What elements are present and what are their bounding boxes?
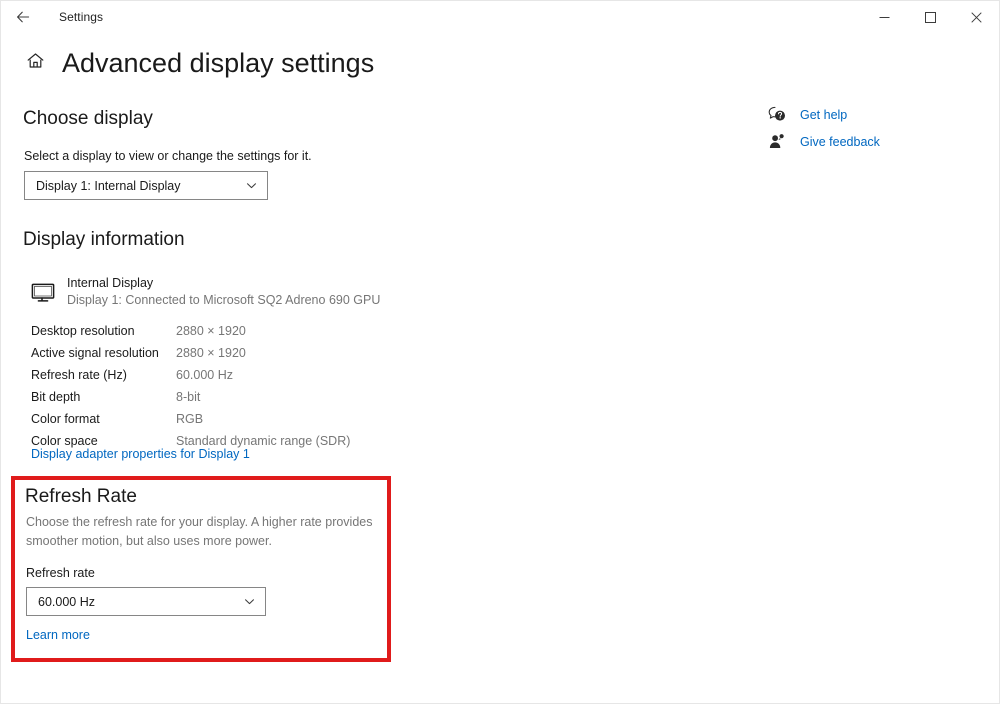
refresh-rate-value: 60.000 Hz: [38, 594, 95, 609]
get-help-label: Get help: [800, 107, 848, 122]
refresh-rate-dropdown[interactable]: 60.000 Hz: [26, 587, 266, 616]
refresh-rate-field-label: Refresh rate: [26, 566, 95, 580]
spec-value: 60.000 Hz: [176, 368, 233, 382]
minimize-button[interactable]: [861, 1, 907, 33]
chevron-down-icon: [243, 178, 259, 194]
display-device-text: Internal Display Display 1: Connected to…: [67, 275, 380, 309]
display-information-heading: Display information: [23, 229, 185, 250]
give-feedback-icon: [766, 132, 788, 152]
settings-window: Settings Advanced display settings Get h…: [0, 0, 1000, 704]
home-icon: [26, 51, 45, 75]
spec-label: Color space: [31, 434, 98, 448]
spec-row: Desktop resolution 2880 × 1920: [31, 320, 350, 342]
help-links: Get help Give feedback: [766, 101, 986, 155]
arrow-left-icon: [15, 9, 31, 25]
give-feedback-link[interactable]: Give feedback: [766, 128, 986, 155]
display-adapter-properties-link[interactable]: Display adapter properties for Display 1: [31, 447, 250, 461]
refresh-rate-description-line2: smoother motion, but also uses more powe…: [26, 534, 272, 548]
choose-display-description: Select a display to view or change the s…: [24, 149, 312, 163]
page-title: Advanced display settings: [62, 48, 375, 78]
display-device-name: Internal Display: [67, 276, 154, 290]
spec-value: Standard dynamic range (SDR): [176, 434, 351, 448]
page-header: Advanced display settings: [23, 46, 374, 80]
chevron-down-icon: [241, 594, 257, 610]
spec-value: 2880 × 1920: [176, 346, 246, 360]
spec-label: Active signal resolution: [31, 346, 159, 360]
give-feedback-label: Give feedback: [800, 134, 880, 149]
display-select-value: Display 1: Internal Display: [36, 178, 181, 193]
close-button[interactable]: [953, 1, 999, 33]
refresh-rate-description-line1: Choose the refresh rate for your display…: [26, 515, 373, 529]
choose-display-heading: Choose display: [23, 108, 153, 129]
back-button[interactable]: [1, 1, 45, 33]
refresh-rate-heading: Refresh Rate: [25, 486, 137, 507]
spec-row: Bit depth 8-bit: [31, 386, 350, 408]
spec-label: Desktop resolution: [31, 324, 135, 338]
spec-label: Color format: [31, 412, 100, 426]
maximize-button[interactable]: [907, 1, 953, 33]
spec-row: Active signal resolution 2880 × 1920: [31, 342, 350, 364]
display-spec-table: Desktop resolution 2880 × 1920 Active si…: [31, 320, 350, 452]
window-controls: [861, 1, 999, 33]
display-select-dropdown[interactable]: Display 1: Internal Display: [24, 171, 268, 200]
app-title: Settings: [59, 10, 104, 24]
close-icon: [970, 11, 982, 23]
display-device-row: Internal Display Display 1: Connected to…: [29, 275, 380, 309]
home-button[interactable]: [23, 51, 47, 75]
spec-value: 2880 × 1920: [176, 324, 246, 338]
spec-value: 8-bit: [176, 390, 201, 404]
spec-value: RGB: [176, 412, 204, 426]
spec-row: Color format RGB: [31, 408, 350, 430]
spec-label: Bit depth: [31, 390, 81, 404]
title-bar: Settings: [1, 1, 999, 33]
get-help-link[interactable]: Get help: [766, 101, 986, 128]
display-device-connection: Display 1: Connected to Microsoft SQ2 Ad…: [67, 293, 381, 307]
spec-row: Refresh rate (Hz) 60.000 Hz: [31, 364, 350, 386]
monitor-icon: [29, 279, 57, 307]
spec-label: Refresh rate (Hz): [31, 368, 127, 382]
get-help-icon: [766, 105, 788, 125]
minimize-icon: [879, 12, 890, 23]
maximize-icon: [924, 11, 936, 23]
learn-more-link[interactable]: Learn more: [26, 628, 90, 642]
